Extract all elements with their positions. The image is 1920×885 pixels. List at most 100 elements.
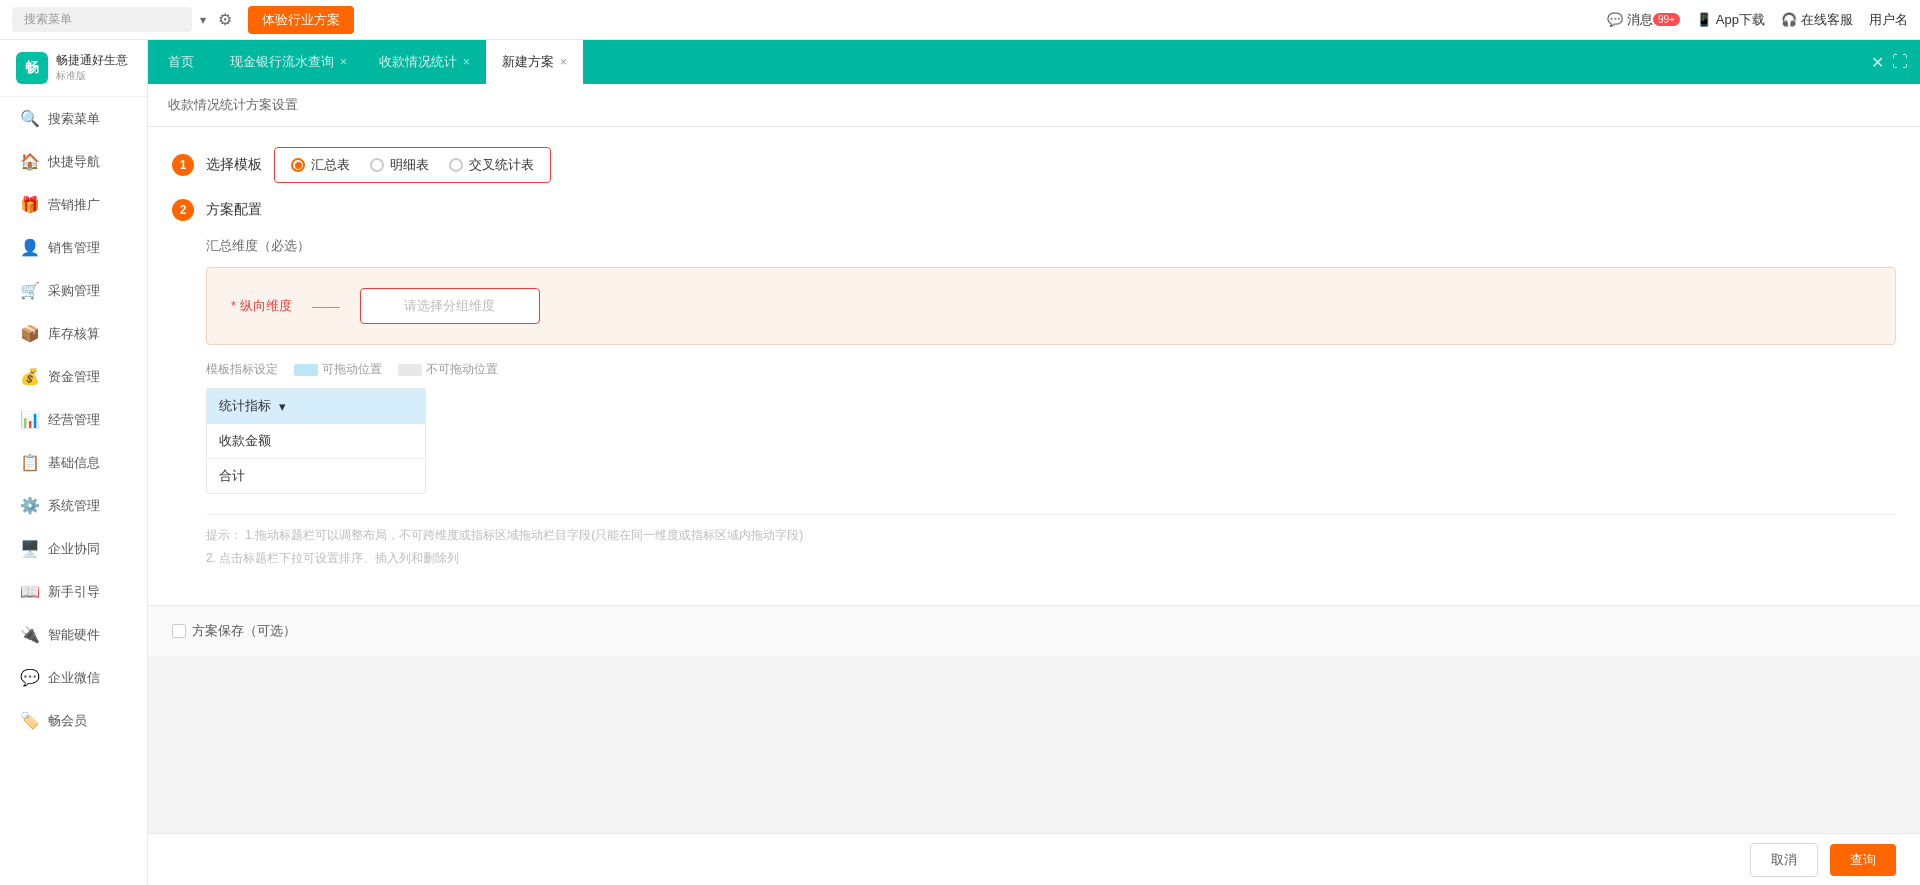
- sidebar-item-label: 采购管理: [48, 282, 100, 300]
- sidebar-item-quicknav[interactable]: 🏠 快捷导航: [0, 140, 147, 183]
- page-content: 收款情况统计方案设置 1 选择模板 汇总表 明细表: [148, 84, 1920, 885]
- cancel-button[interactable]: 取消: [1750, 843, 1818, 877]
- sidebar-item-label: 新手引导: [48, 583, 100, 601]
- non-draggable-indicator: [398, 364, 422, 376]
- sidebar-item-label: 销售管理: [48, 239, 100, 257]
- sidebar: 畅 畅捷通好生意 标准版 🔍 搜索菜单 🏠 快捷导航 🎁 营销推广 👤 销售管理: [0, 40, 148, 885]
- metric-table-header: 统计指标 ▾: [207, 389, 425, 424]
- tab-receipt-close[interactable]: ×: [463, 56, 470, 68]
- tab-bank-label: 现金银行流水查询: [230, 53, 334, 71]
- breadcrumb: 收款情况统计方案设置: [148, 84, 1920, 127]
- tab-bank[interactable]: 现金银行流水查询 ×: [214, 40, 363, 84]
- sidebar-item-label: 库存核算: [48, 325, 100, 343]
- home-icon: 🏠: [20, 152, 38, 171]
- service-label: 在线客服: [1801, 11, 1853, 29]
- radio-detail[interactable]: 明细表: [370, 156, 429, 174]
- sidebar-item-search[interactable]: 🔍 搜索菜单: [0, 97, 147, 140]
- list-icon: 📋: [20, 453, 38, 472]
- tab-new-plan[interactable]: 新建方案 ×: [486, 40, 583, 84]
- app-download-button[interactable]: 📱 App下载: [1696, 11, 1765, 29]
- gift-icon: 🎁: [20, 195, 38, 214]
- metrics-title: 模板指标设定: [206, 361, 278, 378]
- sidebar-item-operations[interactable]: 📊 经营管理: [0, 398, 147, 441]
- dropdown-icon[interactable]: ▾: [200, 13, 206, 27]
- stat-header-label: 统计指标: [219, 397, 271, 415]
- sidebar-item-marketing[interactable]: 🎁 营销推广: [0, 183, 147, 226]
- query-button[interactable]: 查询: [1830, 844, 1896, 876]
- radio-detail-label: 明细表: [390, 156, 429, 174]
- radio-cross[interactable]: 交叉统计表: [449, 156, 534, 174]
- logo-icon: 畅: [16, 52, 48, 84]
- sidebar-item-sales[interactable]: 👤 销售管理: [0, 226, 147, 269]
- tips-section: 提示： 1.拖动标题栏可以调整布局，不可跨维度或指标区域拖动栏目字段(只能在同一…: [206, 514, 1896, 585]
- search-icon: 🔍: [20, 109, 38, 128]
- sidebar-item-label: 企业微信: [48, 669, 100, 687]
- metrics-section: 模板指标设定 可拖动位置 不可拖动位置: [206, 361, 1896, 585]
- sidebar-item-inventory[interactable]: 📦 库存核算: [0, 312, 147, 355]
- dimension-placeholder: 请选择分组维度: [404, 298, 495, 313]
- metric-total-label: 合计: [219, 468, 245, 483]
- sidebar-item-label: 畅会员: [48, 712, 87, 730]
- metrics-header: 模板指标设定 可拖动位置 不可拖动位置: [206, 361, 1896, 378]
- sidebar-item-label: 资金管理: [48, 368, 100, 386]
- sidebar-item-finance[interactable]: 💰 资金管理: [0, 355, 147, 398]
- dimension-section-title: 汇总维度（必选）: [206, 237, 1896, 255]
- user-name[interactable]: 用户名: [1869, 11, 1908, 29]
- save-checkbox[interactable]: [172, 624, 186, 638]
- tab-receipt[interactable]: 收款情况统计 ×: [363, 40, 486, 84]
- metric-row-total: 合计: [207, 459, 425, 493]
- sidebar-item-member[interactable]: 🏷️ 畅会员: [0, 699, 147, 742]
- sidebar-item-cooperation[interactable]: 🖥️ 企业协同: [0, 527, 147, 570]
- dropdown-arrow-icon[interactable]: ▾: [279, 399, 286, 414]
- content-area: 首页 现金银行流水查询 × 收款情况统计 × 新建方案 × ✕ ⛶ 收款情况统计…: [148, 40, 1920, 885]
- cart-icon: 🛒: [20, 281, 38, 300]
- dimension-row: * 纵向维度 —— 请选择分组维度: [231, 288, 1871, 324]
- sidebar-logo: 畅 畅捷通好生意 标准版: [0, 40, 147, 97]
- sidebar-item-label: 系统管理: [48, 497, 100, 515]
- monitor-icon: 🖥️: [20, 539, 38, 558]
- logo-text: 畅捷通好生意: [56, 53, 128, 69]
- step2-badge: 2: [172, 199, 194, 221]
- sidebar-item-purchase[interactable]: 🛒 采购管理: [0, 269, 147, 312]
- user-icon: 👤: [20, 238, 38, 257]
- service-button[interactable]: 🎧 在线客服: [1781, 11, 1853, 29]
- action-bar: 取消 查询: [148, 833, 1920, 885]
- tip-line-1: 提示： 1.拖动标题栏可以调整布局，不可跨维度或指标区域拖动栏目字段(只能在同一…: [206, 527, 1896, 544]
- sidebar-item-label: 经营管理: [48, 411, 100, 429]
- maximize-icon[interactable]: ⛶: [1892, 53, 1908, 71]
- tab-home[interactable]: 首页: [148, 40, 214, 84]
- radio-summary-label: 汇总表: [311, 156, 350, 174]
- radio-summary[interactable]: 汇总表: [291, 156, 350, 174]
- step2-section: 2 方案配置 汇总维度（必选） * 纵向维度 ——: [172, 199, 1896, 585]
- top-bar: 搜索菜单 ▾ ⚙ 体验行业方案 💬 消息 99+ 📱 App下载 🎧 在线客服 …: [0, 0, 1920, 40]
- logo-badge: 标准版: [56, 69, 128, 83]
- settings-icon: ⚙️: [20, 496, 38, 515]
- gear-icon[interactable]: ⚙: [218, 10, 232, 29]
- book-icon: 📖: [20, 582, 38, 601]
- sidebar-item-label: 企业协同: [48, 540, 100, 558]
- step1-row: 1 选择模板 汇总表 明细表 交叉统计表: [172, 147, 1896, 183]
- vertical-label: * 纵向维度: [231, 297, 292, 315]
- download-label: App下载: [1716, 11, 1765, 29]
- draggable-label: 可拖动位置: [322, 361, 382, 378]
- sidebar-item-hardware[interactable]: 🔌 智能硬件: [0, 613, 147, 656]
- tab-new-plan-close[interactable]: ×: [560, 56, 567, 68]
- sidebar-item-basic[interactable]: 📋 基础信息: [0, 441, 147, 484]
- tab-receipt-label: 收款情况统计: [379, 53, 457, 71]
- close-window-icon[interactable]: ✕: [1871, 53, 1884, 72]
- sidebar-item-system[interactable]: ⚙️ 系统管理: [0, 484, 147, 527]
- trial-button[interactable]: 体验行业方案: [248, 6, 354, 34]
- notification-count: 99+: [1653, 13, 1680, 26]
- sidebar-item-guide[interactable]: 📖 新手引导: [0, 570, 147, 613]
- dimension-select[interactable]: 请选择分组维度: [360, 288, 540, 324]
- sidebar-nav: 🔍 搜索菜单 🏠 快捷导航 🎁 营销推广 👤 销售管理 🛒 采购管理 📦: [0, 97, 147, 885]
- breadcrumb-text: 收款情况统计方案设置: [168, 97, 298, 112]
- save-option-label[interactable]: 方案保存（可选）: [172, 622, 296, 640]
- tab-bank-close[interactable]: ×: [340, 56, 347, 68]
- tag-icon: 🏷️: [20, 711, 38, 730]
- step1-badge: 1: [172, 154, 194, 176]
- notification-button[interactable]: 💬 消息 99+: [1607, 11, 1680, 29]
- sidebar-item-wechat[interactable]: 💬 企业微信: [0, 656, 147, 699]
- search-menu-input[interactable]: 搜索菜单: [12, 7, 192, 32]
- download-icon: 📱: [1696, 12, 1712, 27]
